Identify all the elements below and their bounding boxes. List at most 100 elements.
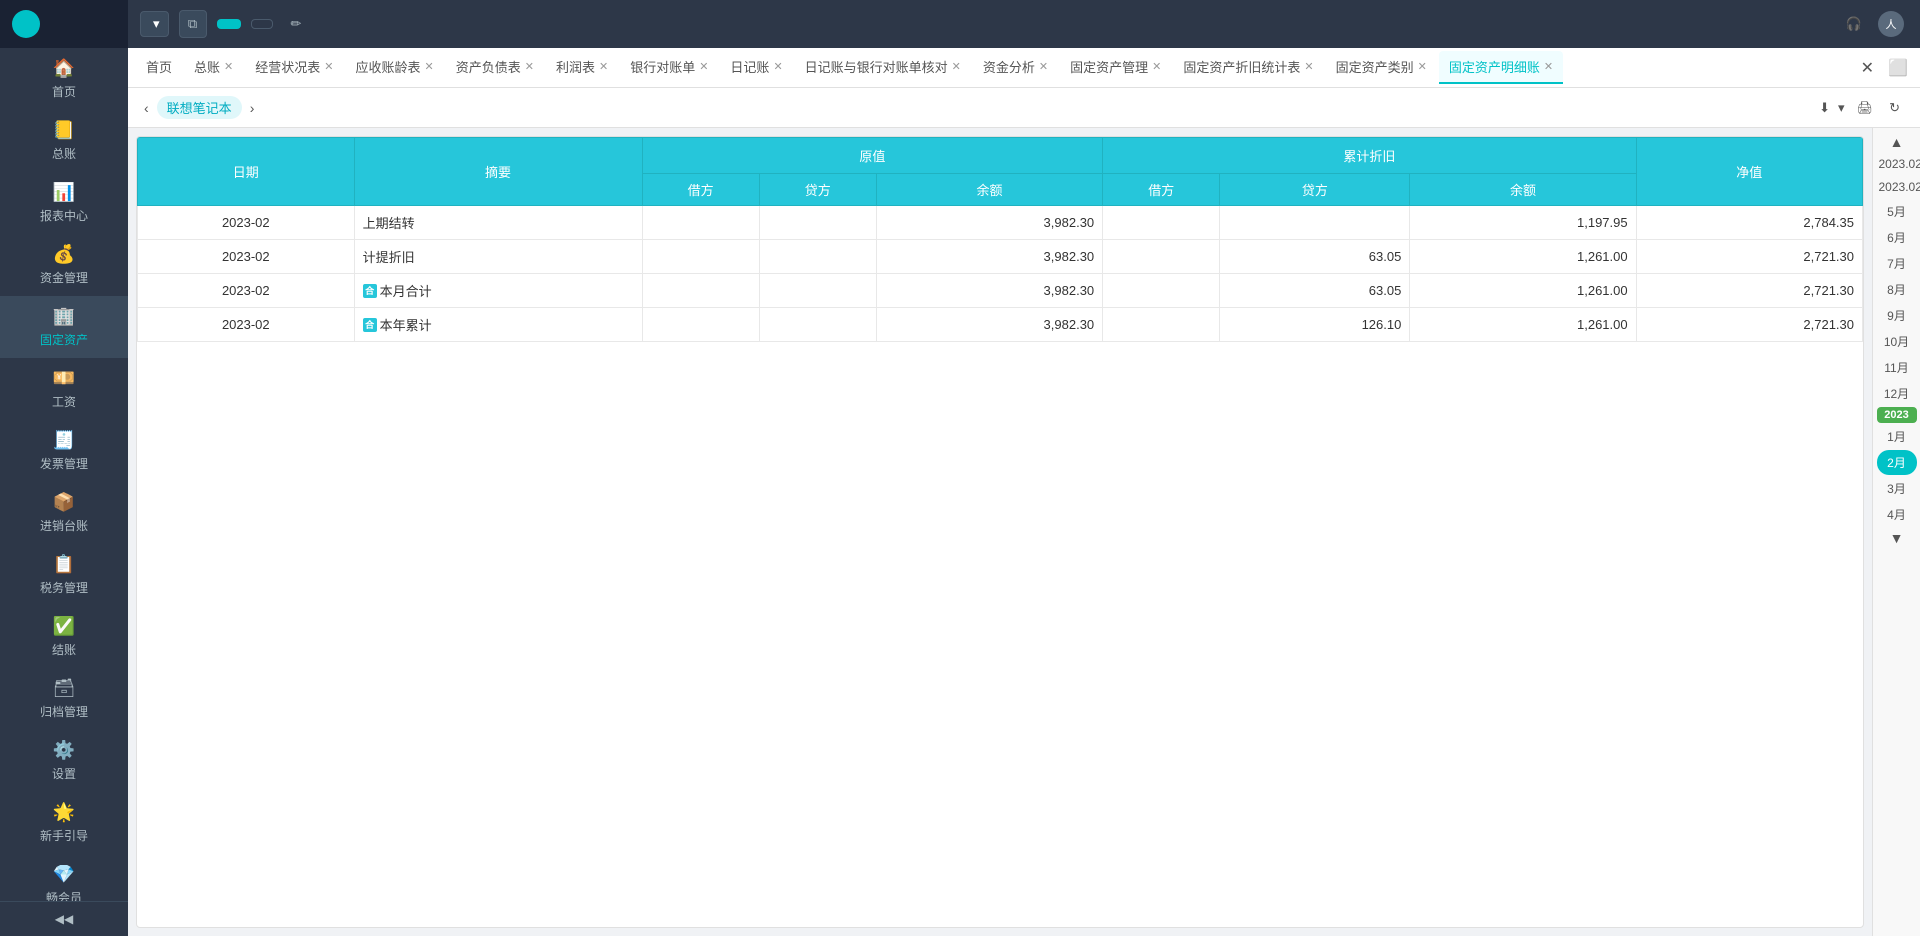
tab-label: 利润表 <box>556 57 595 76</box>
calendar-up-button[interactable]: ▲ <box>1883 132 1911 152</box>
sidebar-item-funds[interactable]: 💰资金管理 <box>0 234 128 296</box>
user-menu[interactable]: 人 <box>1878 11 1908 37</box>
col-header-net: 净值 <box>1636 138 1862 206</box>
calendar-period-item[interactable]: 5月 <box>1877 199 1917 224</box>
tab-close-icon[interactable]: ✕ <box>425 60 434 73</box>
cell-orig_debit <box>642 308 759 342</box>
copy-button[interactable]: ⧉ <box>179 10 207 38</box>
sidebar-item-ledger[interactable]: 📒总账 <box>0 110 128 172</box>
tab-close-icon[interactable]: ✕ <box>1152 60 1161 73</box>
tab-close-icon[interactable]: ✕ <box>525 60 534 73</box>
company-selector[interactable]: ▾ <box>140 11 169 37</box>
sidebar-item-salary[interactable]: 💴工资 <box>0 358 128 420</box>
tab-fa-mgmt[interactable]: 固定资产管理✕ <box>1060 51 1171 84</box>
tab-label: 日记账与银行对账单核对 <box>805 57 948 76</box>
edit-icon[interactable]: ✏ <box>291 16 302 32</box>
calendar-period-item[interactable]: 2023.02 <box>1877 176 1917 198</box>
tab-fa-detail[interactable]: 固定资产明细账✕ <box>1439 51 1563 84</box>
calendar-period-item[interactable]: 9月 <box>1877 303 1917 328</box>
sidebar-item-reports[interactable]: 📊报表中心 <box>0 172 128 234</box>
sidebar-item-invoice[interactable]: 🧾发票管理 <box>0 420 128 482</box>
sidebar-item-settle[interactable]: ✅结账 <box>0 606 128 668</box>
calendar-period-item[interactable]: 1月 <box>1877 424 1917 449</box>
tab-balance[interactable]: 资产负债表✕ <box>446 51 544 84</box>
cancel-fixed-button[interactable]: ◀◀ <box>0 901 128 936</box>
tab-close-icon[interactable]: ✕ <box>1304 60 1313 73</box>
tab-receivable[interactable]: 应收账龄表✕ <box>345 51 443 84</box>
close-all-tabs-button[interactable]: ✕ <box>1857 54 1878 82</box>
tab-journal[interactable]: 日记账 ✕ <box>720 51 792 84</box>
cell-net: 2,721.30 <box>1636 240 1862 274</box>
sidebar-item-label: 总账 <box>52 145 76 162</box>
workbench-button[interactable] <box>217 19 241 29</box>
calendar-period-item[interactable]: 10月 <box>1877 329 1917 354</box>
calendar-period-item[interactable]: 4月 <box>1877 502 1917 527</box>
tab-label: 日记账 <box>730 57 769 76</box>
calendar-period-item[interactable]: 2月 <box>1877 450 1917 475</box>
sidebar-item-vip[interactable]: 💎畅会员 <box>0 854 128 901</box>
cell-acc_credit: 126.10 <box>1220 308 1410 342</box>
tab-close-icon[interactable]: ✕ <box>324 60 333 73</box>
sidebar-item-sales[interactable]: 📦进销台账 <box>0 482 128 544</box>
tab-close-icon[interactable]: ✕ <box>224 60 233 73</box>
col-subheader-acc_credit: 贷方 <box>1220 174 1410 206</box>
avatar: 人 <box>1878 11 1904 37</box>
refresh-button[interactable]: ↻ <box>1889 100 1904 116</box>
calendar-period-item[interactable]: 8月 <box>1877 277 1917 302</box>
tab-business[interactable]: 经营状况表✕ <box>245 51 343 84</box>
cell-acc_balance: 1,261.00 <box>1410 240 1636 274</box>
calendar-period-item[interactable]: 7月 <box>1877 251 1917 276</box>
calendar-period-item[interactable]: 2023.02 <box>1877 153 1917 175</box>
tab-close-icon[interactable]: ✕ <box>773 60 782 73</box>
cell-date: 2023-02 <box>138 308 355 342</box>
tab-fund-analysis[interactable]: 资金分析✕ <box>973 51 1058 84</box>
sidebar-item-label: 税务管理 <box>40 579 88 596</box>
sidebar-item-fixed-assets[interactable]: 🏢固定资产 <box>0 296 128 358</box>
sidebar-item-archive[interactable]: 🗃归档管理 <box>0 668 128 730</box>
sidebar-item-settings[interactable]: ⚙️设置 <box>0 730 128 792</box>
customer-service-button[interactable]: 🎧 <box>1846 16 1866 32</box>
calendar-period-item[interactable]: 6月 <box>1877 225 1917 250</box>
calendar-period-item[interactable]: 12月 <box>1877 381 1917 406</box>
next-asset-button[interactable]: › <box>250 100 255 116</box>
cell-orig_balance: 3,982.30 <box>876 274 1102 308</box>
sidebar-item-tax[interactable]: 📋 税务管理 <box>0 544 128 606</box>
tab-ledger[interactable]: 总账✕ <box>184 51 243 84</box>
tab-bank-statement[interactable]: 银行对账单✕ <box>620 51 718 84</box>
tab-fa-depreciation[interactable]: 固定资产折旧统计表 ✕ <box>1173 51 1323 84</box>
tab-close-icon[interactable]: ✕ <box>599 60 608 73</box>
tab-bank-check[interactable]: 日记账与银行对账单核对 ✕ <box>795 51 971 84</box>
sidebar-item-label: 设置 <box>52 765 76 782</box>
print-button[interactable]: 🖨 <box>1857 100 1878 116</box>
sidebar-item-home[interactable]: 🏠首页 <box>0 48 128 110</box>
maximize-button[interactable]: ⬜ <box>1884 54 1912 82</box>
guide-icon: 🌟 <box>53 802 75 823</box>
col-subheader-orig_balance: 余额 <box>876 174 1102 206</box>
prev-asset-button[interactable]: ‹ <box>144 100 149 116</box>
summary-tag: 合本月合计 <box>363 281 432 300</box>
tab-close-icon[interactable]: ✕ <box>1544 60 1553 73</box>
tab-profit[interactable]: 利润表 ✕ <box>546 51 618 84</box>
cell-orig_credit <box>759 274 876 308</box>
tax-icon: 📋 <box>53 554 75 575</box>
tab-home[interactable]: 首页 <box>136 51 182 84</box>
download-button[interactable]: ⬇ ▾ <box>1819 100 1844 116</box>
table-row: 2023-02合本年累计3,982.30126.101,261.002,721.… <box>138 308 1863 342</box>
calendar-period-item[interactable]: 11月 <box>1877 355 1917 380</box>
tab-label: 固定资产折旧统计表 <box>1183 57 1300 76</box>
sidebar-item-guide[interactable]: 🌟新手引导 <box>0 792 128 854</box>
tab-fa-category[interactable]: 固定资产类别✕ <box>1326 51 1437 84</box>
tab-close-icon[interactable]: ✕ <box>699 60 708 73</box>
tab-close-icon[interactable]: ✕ <box>952 60 961 73</box>
calendar-down-button[interactable]: ▼ <box>1883 528 1911 548</box>
reports-icon: 📊 <box>53 182 75 203</box>
tab-close-icon[interactable]: ✕ <box>1039 60 1048 73</box>
sidebar-item-label: 首页 <box>52 83 76 100</box>
sub-header: ‹ 联想笔记本 › ⬇ ▾ 🖨 ↻ <box>128 88 1920 128</box>
calendar-period-item[interactable]: 3月 <box>1877 476 1917 501</box>
cell-orig_debit <box>642 274 759 308</box>
summary-icon: 合 <box>363 318 377 332</box>
summary-icon: 合 <box>363 284 377 298</box>
tab-close-icon[interactable]: ✕ <box>1418 60 1427 73</box>
old-version-button[interactable] <box>251 19 273 29</box>
